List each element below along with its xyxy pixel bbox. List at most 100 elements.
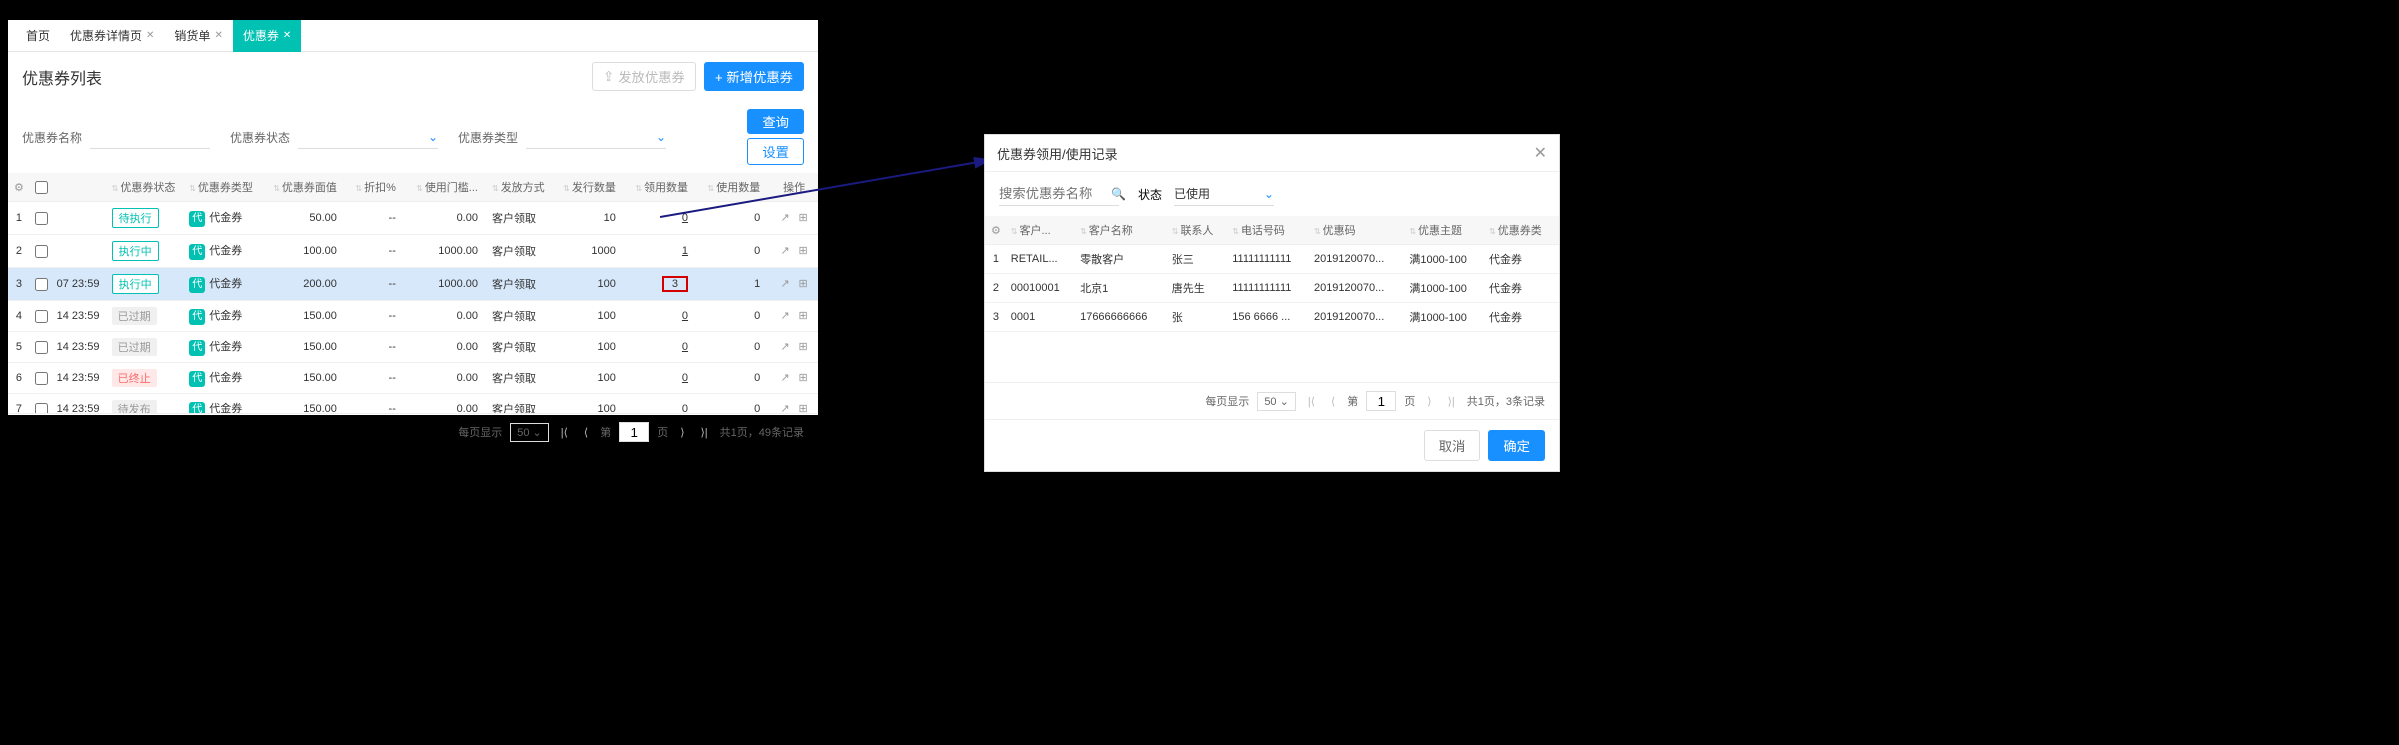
- col-cust-no[interactable]: ⇅客户...: [1007, 216, 1076, 245]
- per-page-label: 每页显示: [458, 424, 502, 440]
- col-threshold[interactable]: ⇅使用门槛...: [406, 173, 488, 202]
- row-checkbox[interactable]: [35, 278, 48, 291]
- table-row[interactable]: 614 23:59已终止代代金券150.00--0.00客户领取10000↗⊞: [8, 363, 818, 394]
- share-icon[interactable]: ↗: [778, 277, 792, 291]
- col-face[interactable]: ⇅优惠券面值: [263, 173, 347, 202]
- first-page-button[interactable]: |⟨: [1304, 395, 1319, 408]
- close-icon[interactable]: ✕: [283, 30, 291, 41]
- row-checkbox[interactable]: [35, 341, 48, 354]
- per-page-select[interactable]: 50 ⌄: [1257, 392, 1296, 411]
- claim-link[interactable]: 0: [682, 341, 688, 353]
- cell-face: 150.00: [263, 332, 347, 363]
- col-phone[interactable]: ⇅电话号码: [1228, 216, 1310, 245]
- prev-page-button[interactable]: ⟨: [580, 426, 592, 439]
- claim-link[interactable]: 3: [662, 276, 688, 292]
- col-checkbox[interactable]: [30, 173, 53, 202]
- col-cust-name[interactable]: ⇅客户名称: [1076, 216, 1168, 245]
- share-icon[interactable]: ↗: [778, 244, 792, 258]
- share-icon[interactable]: ↗: [778, 371, 792, 385]
- table-row[interactable]: 714 23:59待发布代代金券150.00--0.00客户领取10000↗⊞: [8, 394, 818, 414]
- next-page-button[interactable]: ⟩: [676, 426, 688, 439]
- share-icon[interactable]: ↗: [778, 402, 792, 413]
- modal-status-select[interactable]: 已使用 ⌄: [1174, 182, 1274, 206]
- table-row[interactable]: 1RETAIL...零散客户张三111111111112019120070...…: [985, 245, 1559, 274]
- table-row[interactable]: 414 23:59已过期代代金券150.00--0.00客户领取10000↗⊞: [8, 301, 818, 332]
- qrcode-icon[interactable]: ⊞: [796, 402, 810, 413]
- qrcode-icon[interactable]: ⊞: [796, 340, 810, 354]
- select-all-checkbox[interactable]: [35, 181, 48, 194]
- qrcode-icon[interactable]: ⊞: [796, 309, 810, 323]
- col-discount[interactable]: ⇅折扣%: [347, 173, 406, 202]
- claim-link[interactable]: 0: [682, 372, 688, 384]
- table-row[interactable]: 3000117666666666张156 6666 ...2019120070.…: [985, 303, 1559, 332]
- page-title: 优惠券列表: [22, 65, 102, 89]
- add-coupon-button[interactable]: + 新增优惠券: [704, 62, 804, 91]
- share-icon[interactable]: ↗: [778, 340, 792, 354]
- row-index: 7: [8, 394, 30, 414]
- query-button[interactable]: 查询: [747, 109, 804, 134]
- first-page-button[interactable]: |⟨: [557, 426, 572, 439]
- col-gear[interactable]: ⚙: [8, 173, 30, 202]
- confirm-button[interactable]: 确定: [1488, 430, 1545, 461]
- col-type[interactable]: ⇅优惠券类: [1485, 216, 1559, 245]
- search-icon[interactable]: 🔍: [1111, 187, 1126, 201]
- col-contact[interactable]: ⇅联系人: [1168, 216, 1229, 245]
- coupon-type-select[interactable]: ⌄: [526, 125, 666, 149]
- prev-page-button[interactable]: ⟨: [1327, 395, 1339, 408]
- tab[interactable]: 优惠券详情页✕: [60, 20, 164, 52]
- table-row[interactable]: 307 23:59执行中代代金券200.00--1000.00客户领取10031…: [8, 268, 818, 301]
- cell-discount: --: [347, 268, 406, 301]
- claim-link[interactable]: 0: [682, 310, 688, 322]
- col-type[interactable]: ⇅优惠券类型: [185, 173, 263, 202]
- cancel-button[interactable]: 取消: [1424, 430, 1481, 461]
- cell-dist: 客户领取: [488, 268, 554, 301]
- page-input[interactable]: [1366, 391, 1396, 411]
- table-row[interactable]: 2执行中代代金券100.00--1000.00客户领取100010↗⊞: [8, 235, 818, 268]
- tab[interactable]: 销货单✕: [164, 20, 232, 52]
- col-subject[interactable]: ⇅优惠主题: [1405, 216, 1485, 245]
- tab[interactable]: 首页: [16, 20, 60, 52]
- col-dist[interactable]: ⇅发放方式: [488, 173, 554, 202]
- qrcode-icon[interactable]: ⊞: [796, 211, 810, 225]
- issue-coupon-button[interactable]: ⇪ 发放优惠券: [592, 62, 696, 91]
- table-row[interactable]: 514 23:59已过期代代金券150.00--0.00客户领取10000↗⊞: [8, 332, 818, 363]
- sort-icon: ⇅: [492, 184, 499, 193]
- modal-search-input[interactable]: [999, 182, 1119, 206]
- row-checkbox[interactable]: [35, 372, 48, 385]
- close-icon[interactable]: ✕: [1534, 143, 1547, 163]
- coupon-status-select[interactable]: ⌄: [298, 125, 438, 149]
- share-icon[interactable]: ↗: [778, 309, 792, 323]
- last-page-button[interactable]: ⟩|: [696, 426, 711, 439]
- qrcode-icon[interactable]: ⊞: [796, 371, 810, 385]
- last-page-button[interactable]: ⟩|: [1444, 395, 1459, 408]
- close-icon[interactable]: ✕: [146, 30, 154, 41]
- cell-op: ↗⊞: [770, 301, 818, 332]
- col-gear[interactable]: ⚙: [985, 216, 1007, 245]
- row-checkbox[interactable]: [35, 245, 48, 258]
- modal-table-wrap[interactable]: ⚙ ⇅客户... ⇅客户名称 ⇅联系人 ⇅电话号码 ⇅优惠码 ⇅优惠主题 ⇅优惠…: [985, 216, 1559, 382]
- row-checkbox[interactable]: [35, 310, 48, 323]
- settings-button[interactable]: 设置: [747, 138, 804, 165]
- qrcode-icon[interactable]: ⊞: [796, 277, 810, 291]
- col-code[interactable]: ⇅优惠码: [1310, 216, 1405, 245]
- coupon-name-input[interactable]: [90, 125, 210, 149]
- page-input[interactable]: [619, 422, 649, 442]
- close-icon[interactable]: ✕: [214, 30, 222, 41]
- next-page-button[interactable]: ⟩: [1423, 395, 1435, 408]
- col-status[interactable]: ⇅优惠券状态: [108, 173, 186, 202]
- claim-link[interactable]: 0: [682, 403, 688, 413]
- col-claim[interactable]: ⇅领用数量: [626, 173, 698, 202]
- coupon-table-wrap[interactable]: ⚙ ⇅优惠券状态 ⇅优惠券类型 ⇅优惠券面值 ⇅折扣% ⇅使用门槛... ⇅发放…: [8, 173, 818, 413]
- row-checkbox[interactable]: [35, 212, 48, 225]
- col-issue[interactable]: ⇅发行数量: [554, 173, 626, 202]
- table-row[interactable]: 200010001北京1唐先生111111111112019120070...满…: [985, 274, 1559, 303]
- per-page-select[interactable]: 50 ⌄: [510, 423, 549, 442]
- qrcode-icon[interactable]: ⊞: [796, 244, 810, 258]
- claim-link[interactable]: 0: [682, 212, 688, 224]
- claim-link[interactable]: 1: [682, 245, 688, 257]
- row-checkbox[interactable]: [35, 403, 48, 414]
- table-row[interactable]: 1待执行代代金券50.00--0.00客户领取1000↗⊞: [8, 202, 818, 235]
- tab[interactable]: 优惠券✕: [233, 20, 301, 52]
- col-use[interactable]: ⇅使用数量: [698, 173, 770, 202]
- share-icon[interactable]: ↗: [778, 211, 792, 225]
